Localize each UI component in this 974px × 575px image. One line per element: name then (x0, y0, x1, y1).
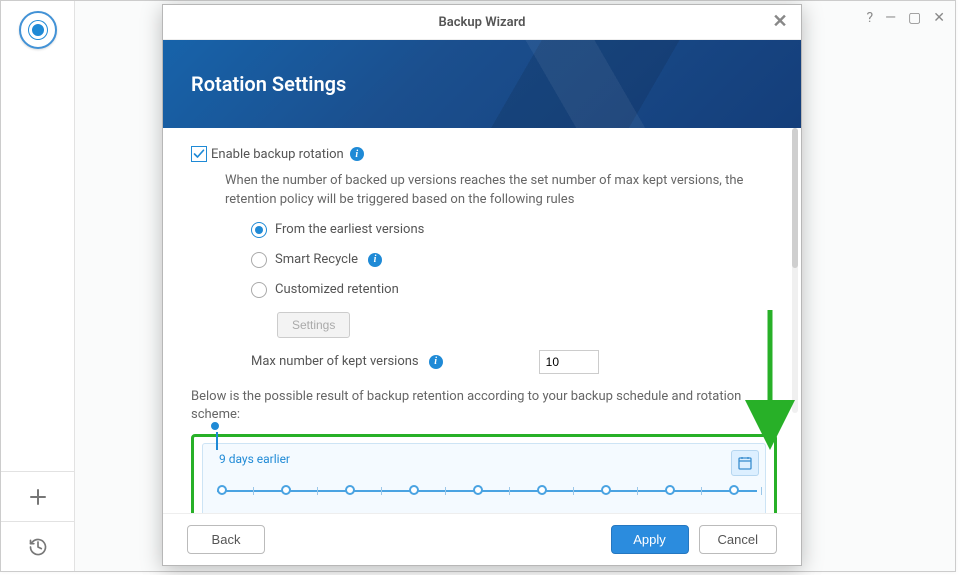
app-logo-icon[interactable] (19, 11, 57, 49)
max-versions-input[interactable] (539, 350, 599, 374)
radio-customized-label: Customized retention (275, 282, 399, 297)
radio-from-earliest[interactable] (251, 222, 267, 238)
rotation-description: When the number of backed up versions re… (225, 172, 753, 210)
timeline-label: 9 days earlier (219, 452, 290, 466)
minimize-icon[interactable]: — (885, 10, 896, 26)
radio-from-earliest-label: From the earliest versions (275, 222, 424, 237)
maximize-icon[interactable]: ▢ (908, 10, 921, 26)
radio-smart-recycle[interactable] (251, 252, 267, 268)
timeline-dot (281, 485, 291, 495)
back-button[interactable]: Back (187, 525, 265, 554)
timeline-dot (601, 485, 611, 495)
scrollbar[interactable] (792, 128, 798, 413)
info-icon[interactable]: i (429, 355, 443, 369)
retention-radio-group: From the earliest versions Smart Recycle… (251, 222, 783, 298)
timeline-dot (345, 485, 355, 495)
timeline-dot (473, 485, 483, 495)
settings-button[interactable]: Settings (277, 312, 350, 338)
calendar-button[interactable] (731, 450, 759, 476)
dialog-title: Backup Wizard (439, 15, 526, 30)
apply-button[interactable]: Apply (611, 525, 689, 554)
dialog-header: Rotation Settings (163, 40, 801, 128)
dialog-footer: Back Apply Cancel (163, 513, 801, 565)
max-versions-label: Max number of kept versions (251, 354, 419, 369)
help-icon[interactable]: ? (866, 10, 873, 26)
dialog-close-button[interactable]: ✕ (769, 11, 791, 33)
scrollbar-thumb[interactable] (792, 128, 798, 268)
enable-rotation-label: Enable backup rotation (211, 147, 344, 162)
timeline-dot (665, 485, 675, 495)
timeline-dot (409, 485, 419, 495)
close-icon[interactable]: ✕ (933, 10, 945, 26)
add-button[interactable] (1, 471, 74, 521)
info-icon[interactable]: i (368, 253, 382, 267)
timeline-preview-highlight: 9 days earlier (191, 434, 777, 513)
timeline-dot (217, 485, 227, 495)
backup-wizard-dialog: Backup Wizard ✕ Rotation Settings Enable… (162, 4, 802, 566)
radio-smart-recycle-label: Smart Recycle (275, 252, 358, 267)
timeline-track[interactable] (211, 481, 757, 501)
timeline-dot (537, 485, 547, 495)
radio-customized[interactable] (251, 282, 267, 298)
timeline-dot (729, 485, 739, 495)
left-rail (1, 1, 75, 571)
history-button[interactable] (1, 521, 74, 571)
dialog-body: Enable backup rotation i When the number… (163, 128, 801, 513)
enable-rotation-checkbox[interactable] (191, 146, 207, 162)
timeline-start-marker (211, 422, 219, 430)
info-icon[interactable]: i (350, 147, 364, 161)
dialog-titlebar: Backup Wizard ✕ (163, 5, 801, 40)
result-description: Below is the possible result of backup r… (191, 388, 765, 424)
cancel-button[interactable]: Cancel (699, 525, 777, 554)
timeline-preview: 9 days earlier (202, 443, 766, 513)
